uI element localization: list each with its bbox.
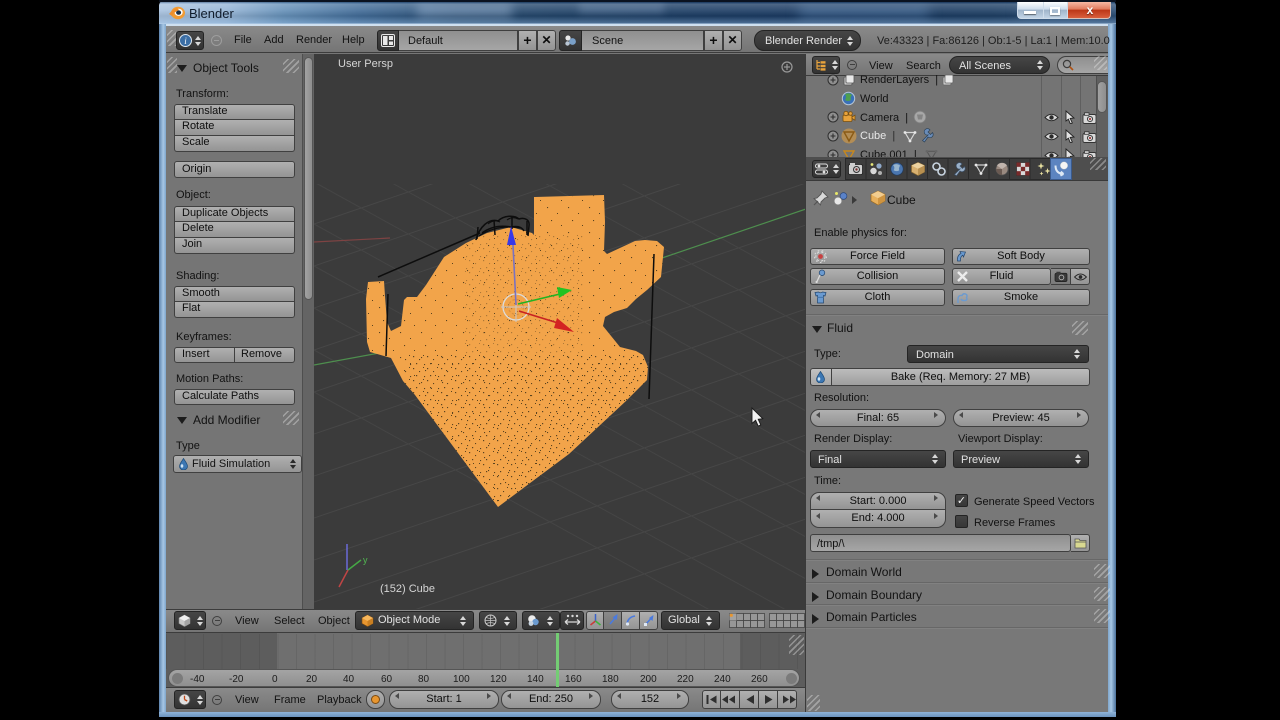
svg-text:User Persp: User Persp (338, 58, 393, 70)
svg-text:y: y (363, 555, 368, 565)
svg-text:(152) Cube: (152) Cube (380, 583, 435, 595)
